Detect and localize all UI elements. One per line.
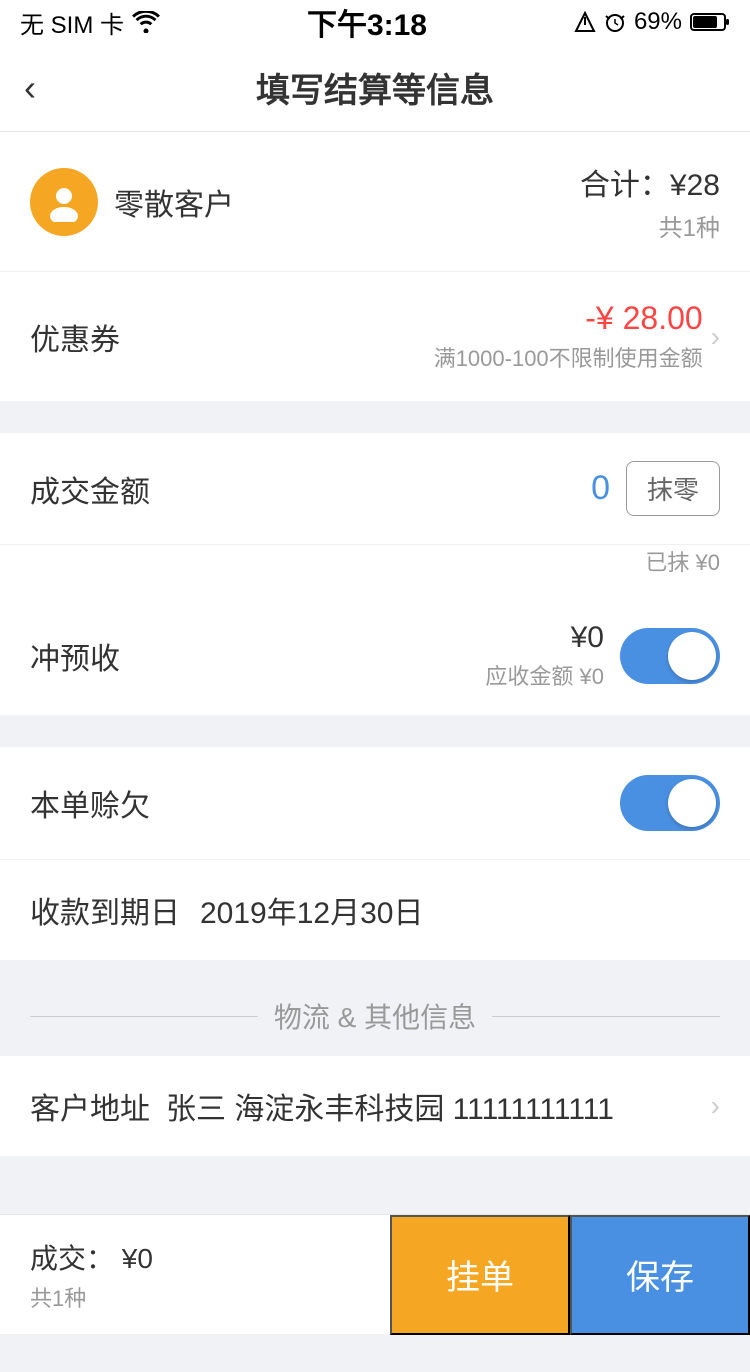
debit-row: 本单赊欠 xyxy=(0,747,750,859)
transaction-section: 成交金额 0 抹零 已抹 ¥0 冲预收 ¥0 应收金额 ¥0 xyxy=(0,433,750,715)
status-left: 无 SIM 卡 xyxy=(20,5,160,40)
status-right: 69% xyxy=(574,8,730,36)
coupon-amount: -¥ 28.00 xyxy=(434,300,703,337)
divider-2 xyxy=(0,731,750,747)
precollect-toggle[interactable] xyxy=(620,628,720,684)
back-button[interactable]: ‹ xyxy=(24,67,36,109)
footer-summary: 成交： ¥0 共1种 xyxy=(0,1237,390,1313)
debit-section: 本单赊欠 收款到期日 2019年12月30日 xyxy=(0,747,750,960)
duedate-row: 收款到期日 2019年12月30日 xyxy=(0,859,750,960)
customer-summary: 合计：¥28 共1种 xyxy=(580,160,720,243)
debit-label: 本单赊欠 xyxy=(30,781,150,825)
battery-label: 69% xyxy=(634,8,682,36)
precollect-values: ¥0 应收金额 ¥0 xyxy=(485,621,604,691)
customer-avatar xyxy=(30,168,98,236)
customer-icon xyxy=(44,182,84,222)
footer-transaction-amount: ¥0 xyxy=(122,1243,153,1274)
duedate-value: 2019年12月30日 xyxy=(200,888,423,932)
debit-toggle[interactable] xyxy=(620,775,720,831)
page-title: 填写结算等信息 xyxy=(256,63,494,112)
customer-section: 零散客户 合计：¥28 共1种 优惠券 -¥ 28.00 满1000-100不限… xyxy=(0,132,750,401)
debit-toggle-knob xyxy=(668,779,716,827)
transaction-value: 0 xyxy=(591,469,610,508)
alarm-icon xyxy=(604,11,626,33)
nav-bar: ‹ 填写结算等信息 xyxy=(0,44,750,132)
logistics-title: 物流 & 其他信息 xyxy=(274,996,476,1036)
footer-count: 共1种 xyxy=(30,1281,360,1313)
save-button[interactable]: 保存 xyxy=(570,1215,750,1335)
divider-1 xyxy=(0,417,750,433)
transaction-row: 成交金额 0 抹零 xyxy=(0,433,750,545)
customer-row: 零散客户 合计：¥28 共1种 xyxy=(0,132,750,271)
footer: 成交： ¥0 共1种 挂单 保存 xyxy=(0,1214,750,1334)
address-chevron-icon: › xyxy=(711,1090,720,1122)
customer-count: 共1种 xyxy=(580,208,720,243)
customer-name: 零散客户 xyxy=(114,180,234,224)
sim-label: 无 SIM 卡 xyxy=(20,5,124,40)
address-row[interactable]: 客户地址 张三 海淀永丰科技园 11111111111 › xyxy=(0,1056,750,1156)
toggle-knob xyxy=(668,632,716,680)
address-section: 客户地址 张三 海淀永丰科技园 11111111111 › xyxy=(0,1056,750,1156)
transaction-label: 成交金额 xyxy=(30,467,150,511)
coupon-right: -¥ 28.00 满1000-100不限制使用金额 › xyxy=(434,300,720,373)
transaction-right: 0 抹零 xyxy=(591,461,720,516)
precollect-receivable: 应收金额 ¥0 xyxy=(485,659,604,691)
duedate-label: 收款到期日 xyxy=(30,888,180,932)
address-value: 张三 海淀永丰科技园 11111111111 xyxy=(150,1084,711,1128)
battery-icon xyxy=(690,11,730,33)
precollect-row: 冲预收 ¥0 应收金额 ¥0 xyxy=(0,597,750,715)
round-sub-text: 已抹 ¥0 xyxy=(645,550,720,575)
round-button[interactable]: 抹零 xyxy=(626,461,720,516)
logistics-header: 物流 & 其他信息 xyxy=(0,976,750,1056)
footer-transaction-label: 成交： xyxy=(30,1243,114,1274)
status-time: 下午3:18 xyxy=(307,0,427,44)
wifi-icon xyxy=(132,11,160,33)
customer-info: 零散客户 xyxy=(30,168,234,236)
customer-total: 合计：¥28 xyxy=(580,160,720,204)
precollect-label: 冲预收 xyxy=(30,634,120,678)
coupon-row[interactable]: 优惠券 -¥ 28.00 满1000-100不限制使用金额 › xyxy=(0,271,750,401)
address-label: 客户地址 xyxy=(30,1084,150,1128)
status-bar: 无 SIM 卡 下午3:18 69% xyxy=(0,0,750,44)
location-icon xyxy=(574,11,596,33)
precollect-amount: ¥0 xyxy=(485,621,604,655)
hang-order-button[interactable]: 挂单 xyxy=(390,1215,570,1335)
coupon-chevron-icon: › xyxy=(711,321,720,353)
coupon-desc: 满1000-100不限制使用金额 xyxy=(434,341,703,373)
coupon-label: 优惠券 xyxy=(30,315,120,359)
footer-transaction: 成交： ¥0 xyxy=(30,1237,360,1277)
precollect-right: ¥0 应收金额 ¥0 xyxy=(485,621,720,691)
